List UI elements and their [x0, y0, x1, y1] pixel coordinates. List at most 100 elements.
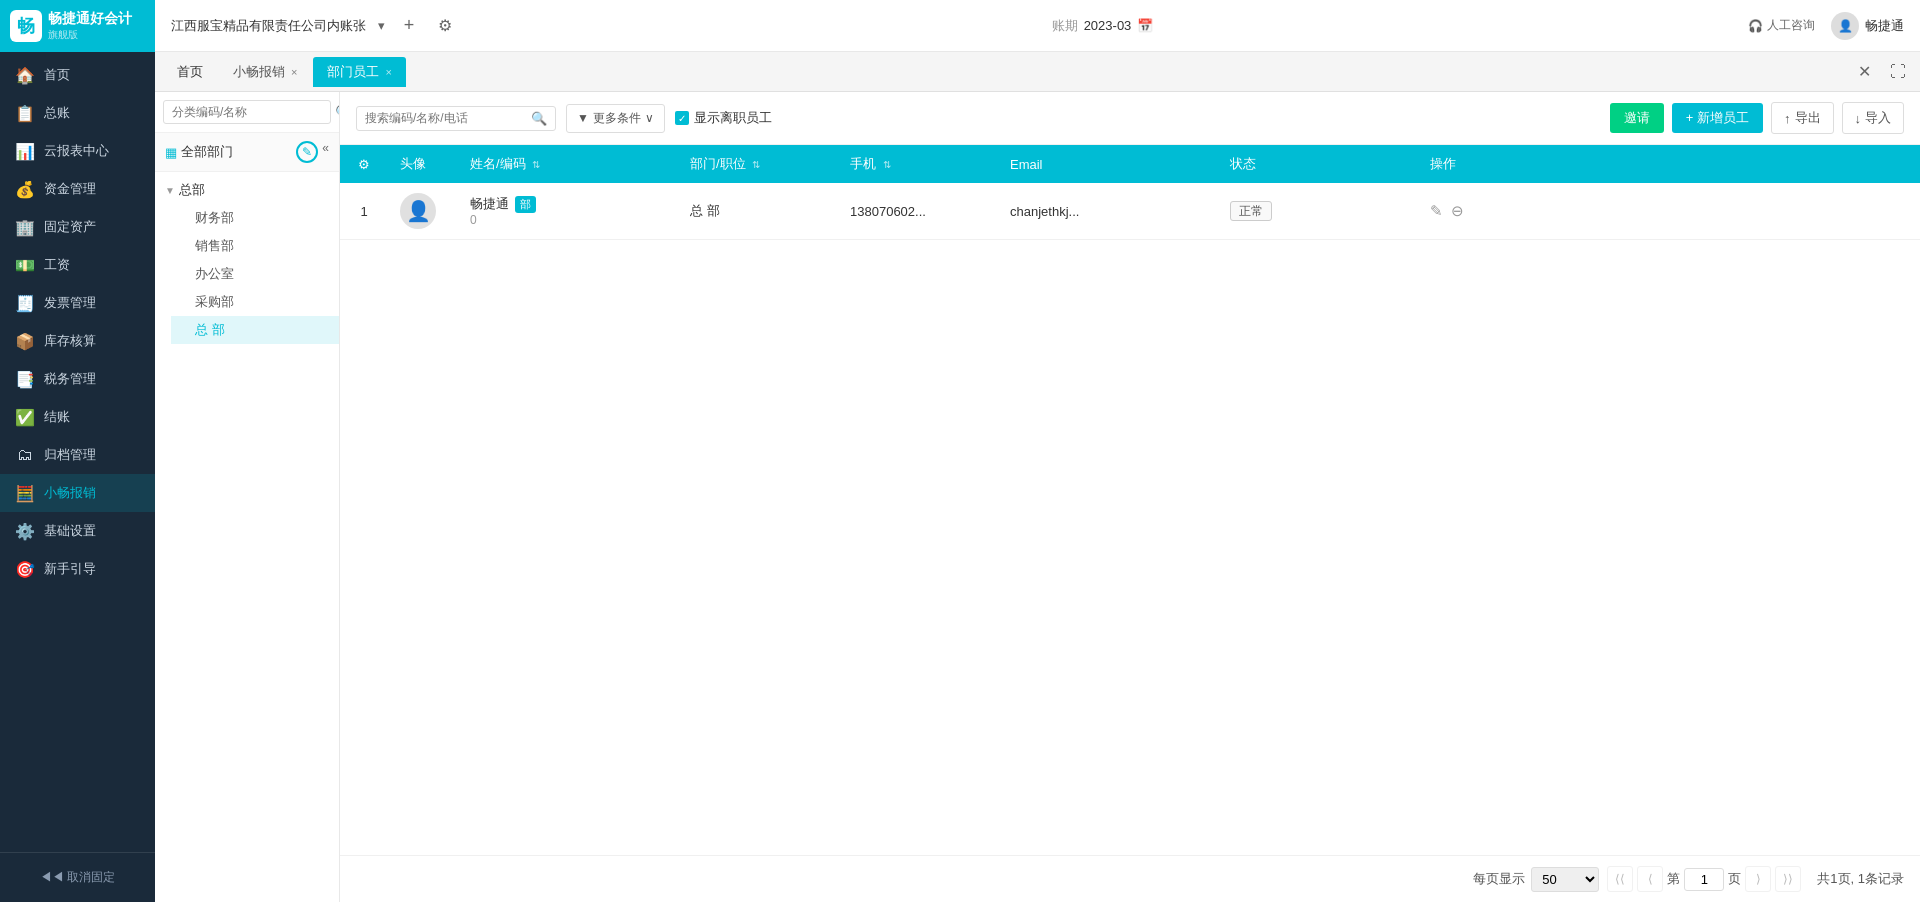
- sidebar-item-assets[interactable]: 🏢 固定资产: [0, 208, 155, 246]
- tree-leaf-office[interactable]: 办公室: [171, 260, 339, 288]
- per-page-select[interactable]: 50 100 200: [1531, 867, 1599, 892]
- row-avatar: 👤: [388, 183, 458, 240]
- invoice-icon: 🧾: [16, 294, 34, 312]
- employee-search-icon[interactable]: 🔍: [531, 111, 547, 126]
- tree-collapse-button[interactable]: «: [322, 141, 329, 163]
- last-page-button[interactable]: ⟩⟩: [1775, 866, 1801, 892]
- headset-icon: 🎧: [1748, 19, 1763, 33]
- tab-xiaochang-close[interactable]: ×: [291, 66, 297, 78]
- header-add-button[interactable]: +: [397, 14, 421, 38]
- expand-icon: ▼: [165, 185, 179, 196]
- avatar-icon: 👤: [1838, 19, 1853, 33]
- sidebar-item-reports[interactable]: 📊 云报表中心: [0, 132, 155, 170]
- next-page-button[interactable]: ⟩: [1745, 866, 1771, 892]
- guide-icon: 🎯: [16, 560, 34, 578]
- tab-dept-employee[interactable]: 部门员工 ×: [313, 57, 405, 87]
- cancel-fixed-button[interactable]: ◀◀ 取消固定: [0, 861, 155, 894]
- tree-leaf-general[interactable]: 总 部: [171, 316, 339, 344]
- employee-table: ⚙ 头像 姓名/编码 ⇅ 部门/职位 ⇅ 手机: [340, 145, 1920, 240]
- invite-button[interactable]: 邀请: [1610, 103, 1664, 133]
- page-nav: ⟨⟨ ⟨ 第 页 ⟩ ⟩⟩: [1607, 866, 1801, 892]
- header-settings-button[interactable]: ⚙: [433, 14, 457, 38]
- row-name: 畅捷通 部 0: [458, 183, 678, 240]
- tree-edit-button[interactable]: ✎: [296, 141, 318, 163]
- edit-action-icon[interactable]: ✎: [1430, 202, 1443, 220]
- employee-name: 畅捷通: [470, 195, 509, 213]
- tab-dept-employee-close[interactable]: ×: [385, 66, 391, 78]
- col-actions: 操作: [1418, 145, 1920, 183]
- tree-panel: 🔍 ▦ 全部部门 ✎ « ▼ 总部: [155, 92, 340, 902]
- support-button[interactable]: 🎧 人工咨询: [1748, 17, 1815, 34]
- col-name[interactable]: 姓名/编码 ⇅: [458, 145, 678, 183]
- period-value: 2023-03: [1084, 18, 1132, 33]
- tree-leaf-purchasing[interactable]: 采购部: [171, 288, 339, 316]
- tree-leaf-sales[interactable]: 销售部: [171, 232, 339, 260]
- total-info: 共1页, 1条记录: [1817, 870, 1904, 888]
- delete-action-icon[interactable]: ⊖: [1451, 202, 1464, 220]
- status-badge: 正常: [1230, 201, 1272, 221]
- row-status: 正常: [1218, 183, 1418, 240]
- sidebar-item-funds[interactable]: 💰 资金管理: [0, 170, 155, 208]
- user-name: 畅捷通: [1865, 17, 1904, 35]
- tax-icon: 📑: [16, 370, 34, 388]
- row-mobile: 138070602...: [838, 183, 998, 240]
- tree-node-headquarters: ▼ 总部 财务部 销售部 办公室 采购部 总 部: [155, 176, 339, 344]
- sidebar-item-archive[interactable]: 🗂 归档管理: [0, 436, 155, 474]
- sidebar-item-salary[interactable]: 💵 工资: [0, 246, 155, 284]
- mobile-sort-icon: ⇅: [883, 159, 891, 170]
- sidebar-item-home[interactable]: 🏠 首页: [0, 56, 155, 94]
- employee-table-wrap: ⚙ 头像 姓名/编码 ⇅ 部门/职位 ⇅ 手机: [340, 145, 1920, 855]
- calendar-icon[interactable]: 📅: [1137, 18, 1153, 33]
- sidebar-item-inventory[interactable]: 📦 库存核算: [0, 322, 155, 360]
- col-settings[interactable]: ⚙: [340, 145, 388, 183]
- show-resigned-toggle[interactable]: ✓ 显示离职员工: [675, 109, 772, 127]
- employee-code: 0: [470, 213, 666, 227]
- sidebar-bottom: ◀◀ 取消固定: [0, 852, 155, 902]
- import-button[interactable]: ↓ 导入: [1842, 102, 1905, 134]
- sidebar-item-tax[interactable]: 📑 税务管理: [0, 360, 155, 398]
- tree-node-headquarters-label[interactable]: ▼ 总部: [155, 176, 339, 204]
- logo-icon: 畅: [10, 10, 42, 42]
- add-employee-button[interactable]: + 新增员工: [1672, 103, 1763, 133]
- page-number-input[interactable]: [1684, 868, 1724, 891]
- export-button[interactable]: ↑ 导出: [1771, 102, 1834, 134]
- tree-children: 财务部 销售部 办公室 采购部 总 部: [155, 204, 339, 344]
- company-dropdown-icon[interactable]: ▾: [378, 18, 385, 33]
- employee-search-input[interactable]: [365, 111, 527, 125]
- filter-button[interactable]: ▼ 更多条件 ∨: [566, 104, 665, 133]
- col-dept[interactable]: 部门/职位 ⇅: [678, 145, 838, 183]
- prev-page-button[interactable]: ⟨: [1637, 866, 1663, 892]
- toolbar-right: 邀请 + 新增员工 ↑ 导出 ↓ 导入: [1610, 102, 1904, 134]
- tab-xiaochang[interactable]: 小畅报销 ×: [219, 57, 311, 87]
- company-name: 江西服宝精品有限责任公司内账张: [171, 17, 366, 35]
- table-row: 1 👤 畅捷通 部: [340, 183, 1920, 240]
- first-page-button[interactable]: ⟨⟨: [1607, 866, 1633, 892]
- sidebar: 畅 畅捷通好会计 旗舰版 🏠 首页 📋 总账 📊 云报表中心 💰 资金管理 🏢 …: [0, 0, 155, 902]
- sidebar-item-xiaochang[interactable]: 🧮 小畅报销: [0, 474, 155, 512]
- page-body: 🔍 ▦ 全部部门 ✎ « ▼ 总部: [155, 92, 1920, 902]
- filter-chevron-icon: ∨: [645, 111, 654, 125]
- tab-home[interactable]: 首页: [163, 57, 217, 87]
- tree-header: ▦ 全部部门 ✎ «: [155, 133, 339, 172]
- col-mobile[interactable]: 手机 ⇅: [838, 145, 998, 183]
- user-info[interactable]: 👤 畅捷通: [1831, 12, 1904, 40]
- salary-icon: 💵: [16, 256, 34, 274]
- tree-leaf-finance[interactable]: 财务部: [171, 204, 339, 232]
- sidebar-item-settings[interactable]: ⚙️ 基础设置: [0, 512, 155, 550]
- home-icon: 🏠: [16, 66, 34, 84]
- tab-expand-button[interactable]: ⛶: [1884, 58, 1912, 86]
- resigned-checkbox[interactable]: ✓: [675, 111, 689, 125]
- period-label: 账期: [1052, 17, 1078, 35]
- sidebar-item-ledger[interactable]: 📋 总账: [0, 94, 155, 132]
- app-edition: 旗舰版: [48, 28, 132, 42]
- import-icon: ↓: [1855, 111, 1862, 126]
- tree-search: 🔍: [155, 92, 339, 133]
- tab-close-all-button[interactable]: ✕: [1850, 58, 1878, 86]
- ledger-icon: 📋: [16, 104, 34, 122]
- user-avatar: 👤: [1831, 12, 1859, 40]
- tree-search-input[interactable]: [163, 100, 331, 124]
- sidebar-item-checkout[interactable]: ✅ 结账: [0, 398, 155, 436]
- row-actions: ✎ ⊖: [1418, 183, 1920, 240]
- sidebar-item-invoice[interactable]: 🧾 发票管理: [0, 284, 155, 322]
- sidebar-item-guide[interactable]: 🎯 新手引导: [0, 550, 155, 588]
